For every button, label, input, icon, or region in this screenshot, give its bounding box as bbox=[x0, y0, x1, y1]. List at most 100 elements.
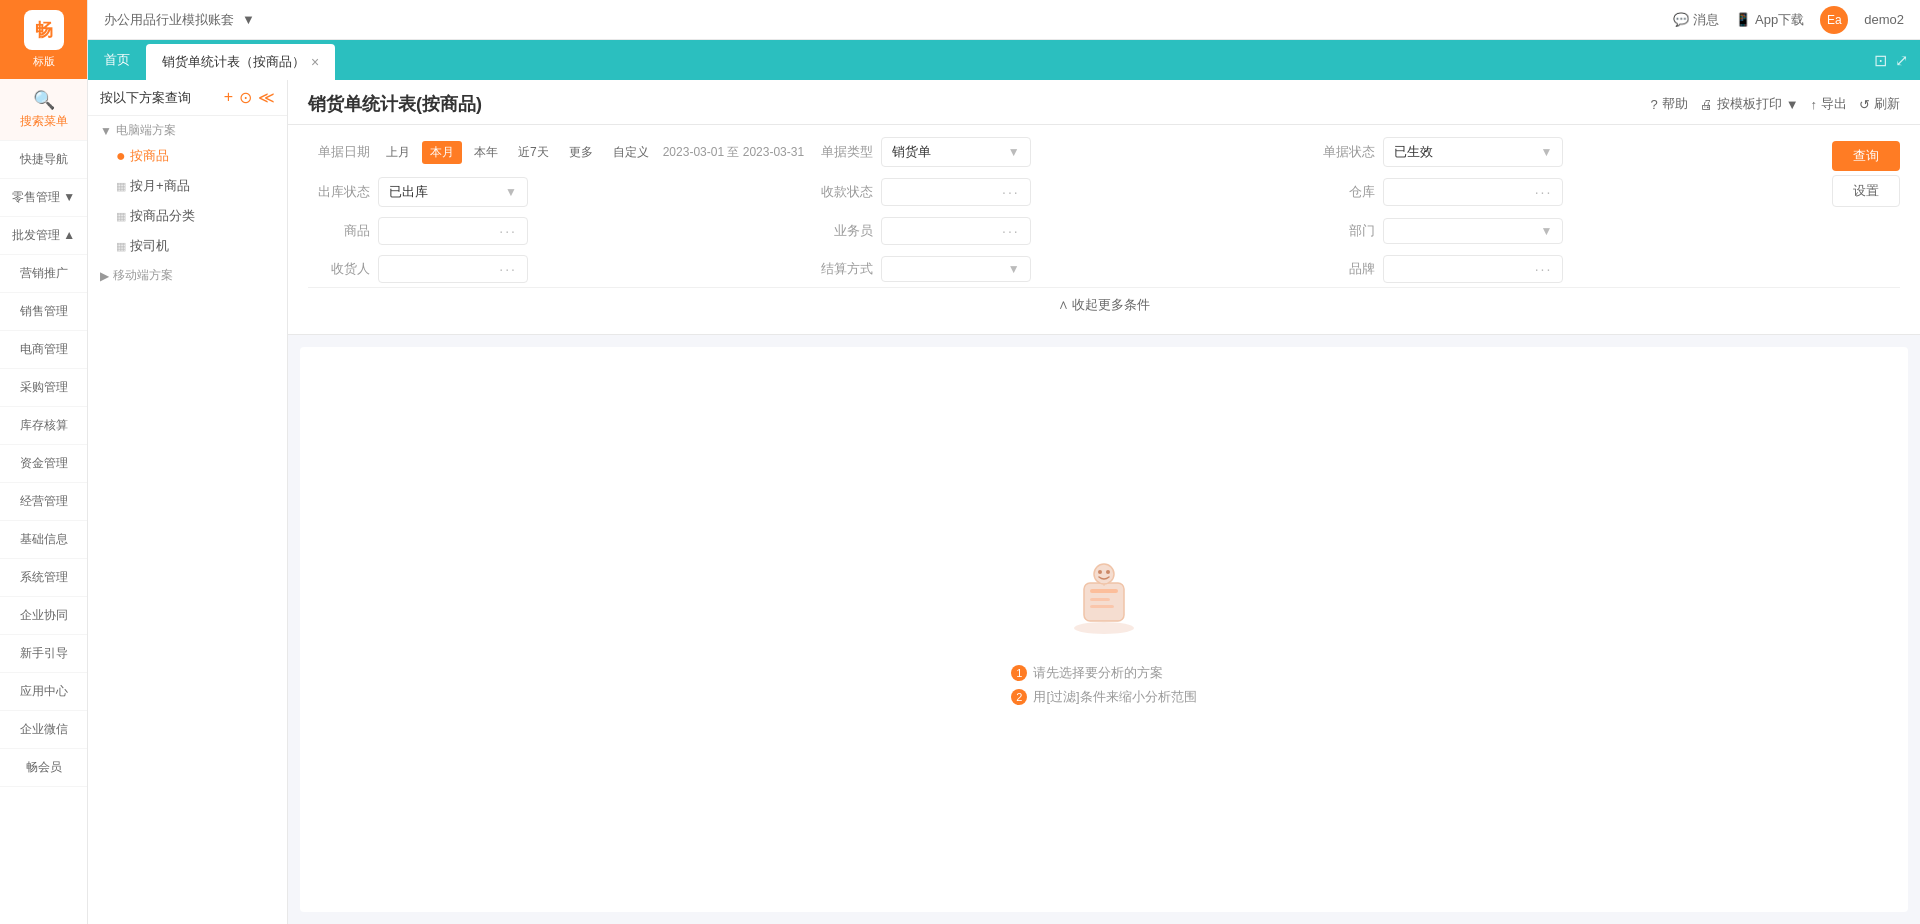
page-title: 销货单统计表(按商品) bbox=[308, 92, 482, 116]
sidebar-item-wechat[interactable]: 企业微信 bbox=[0, 711, 87, 749]
product-more-btn[interactable]: ··· bbox=[499, 223, 517, 239]
header-right: 💬 消息 📱 App下载 Ea demo2 bbox=[1673, 6, 1904, 34]
left-panel-icons: + ⊙ ≪ bbox=[224, 88, 275, 107]
tree-section-mobile-label: 移动端方案 bbox=[113, 267, 173, 284]
settings-button[interactable]: 设置 bbox=[1832, 175, 1900, 207]
expand-arrow[interactable]: ▼ bbox=[100, 124, 112, 138]
stock-status-control: 已出库 ▼ bbox=[378, 177, 811, 207]
date-pill-custom[interactable]: 自定义 bbox=[605, 141, 657, 164]
by-product-label: 按商品 bbox=[130, 147, 169, 165]
sidebar-item-purchase[interactable]: 采购管理 bbox=[0, 369, 87, 407]
export-btn[interactable]: ↑ 导出 bbox=[1811, 95, 1848, 113]
payment-control: ▼ bbox=[881, 256, 1314, 282]
month-icon: ▦ bbox=[116, 180, 126, 193]
system-label: 系统管理 bbox=[4, 569, 83, 586]
staff-control: ··· bbox=[881, 217, 1314, 245]
sidebar-item-search[interactable]: 🔍 搜索菜单 bbox=[0, 79, 87, 141]
tab-sales-report[interactable]: 销货单统计表（按商品） × bbox=[146, 44, 335, 80]
maximize-icon[interactable]: ⤢ bbox=[1895, 51, 1908, 70]
receiver-more-btn[interactable]: ··· bbox=[499, 261, 517, 277]
enterprise-label: 企业协同 bbox=[4, 607, 83, 624]
tree-item-by-month-product[interactable]: ▦ 按月+商品 bbox=[88, 171, 287, 201]
page-actions: ? 帮助 🖨 按模板打印 ▼ ↑ 导出 ↺ 刷新 bbox=[1650, 95, 1900, 113]
doc-type-input[interactable]: 销货单 ▼ bbox=[881, 137, 1031, 167]
brand-input[interactable]: ··· bbox=[1383, 255, 1563, 283]
date-range-label: 2023-03-01 至 2023-03-31 bbox=[663, 144, 804, 161]
tree-item-by-product[interactable]: ● 按商品 bbox=[88, 141, 287, 171]
staff-input[interactable]: ··· bbox=[881, 217, 1031, 245]
sidebar-item-enterprise[interactable]: 企业协同 bbox=[0, 597, 87, 635]
date-pill-lastmonth[interactable]: 上月 bbox=[378, 141, 418, 164]
dept-arrow: ▼ bbox=[1540, 224, 1552, 238]
refresh-btn[interactable]: ↺ 刷新 bbox=[1859, 95, 1900, 113]
app-download-btn[interactable]: 📱 App下载 bbox=[1735, 11, 1804, 29]
date-pill-thismonth[interactable]: 本月 bbox=[422, 141, 462, 164]
expand-mobile-arrow[interactable]: ▶ bbox=[100, 269, 109, 283]
svg-point-6 bbox=[1098, 570, 1102, 574]
payment-arrow: ▼ bbox=[1008, 262, 1020, 276]
user-avatar[interactable]: Ea bbox=[1820, 6, 1848, 34]
warehouse-more-btn[interactable]: ··· bbox=[1535, 184, 1553, 200]
left-panel-header: 按以下方案查询 + ⊙ ≪ bbox=[88, 80, 287, 116]
sidebar-item-basic[interactable]: 基础信息 bbox=[0, 521, 87, 559]
sidebar-item-member[interactable]: 畅会员 bbox=[0, 749, 87, 787]
tree-item-by-driver[interactable]: ▦ 按司机 bbox=[88, 231, 287, 261]
tab-home[interactable]: 首页 bbox=[88, 40, 146, 80]
top-header: 办公用品行业模拟账套 ▼ 💬 消息 📱 App下载 Ea demo2 bbox=[88, 0, 1920, 40]
filter-area: 单据日期 上月 本月 本年 近7天 更多 自定义 20 bbox=[288, 125, 1920, 335]
stock-status-input[interactable]: 已出库 ▼ bbox=[378, 177, 528, 207]
warehouse-input[interactable]: ··· bbox=[1383, 178, 1563, 206]
date-pill-7days[interactable]: 近7天 bbox=[510, 141, 557, 164]
sidebar-item-ops[interactable]: 经营管理 bbox=[0, 483, 87, 521]
receiver-input[interactable]: ··· bbox=[378, 255, 528, 283]
sidebar-item-quicknav[interactable]: 快捷导航 bbox=[0, 141, 87, 179]
receipt-status-input[interactable]: ··· bbox=[881, 178, 1031, 206]
help-btn[interactable]: ? 帮助 bbox=[1650, 95, 1687, 113]
svg-point-0 bbox=[1074, 622, 1134, 634]
product-input[interactable]: ··· bbox=[378, 217, 528, 245]
dept-input[interactable]: ▼ bbox=[1383, 218, 1563, 244]
product-label: 商品 bbox=[308, 222, 378, 240]
hint-1-label: 请先选择要分析的方案 bbox=[1033, 664, 1163, 682]
tab-close-btn[interactable]: × bbox=[311, 54, 319, 70]
industry-label: 办公用品行业模拟账套 bbox=[104, 11, 234, 29]
minimize-icon[interactable]: ⊡ bbox=[1874, 51, 1887, 70]
sidebar-item-marketing[interactable]: 营销推广 bbox=[0, 255, 87, 293]
doc-status-label: 单据状态 bbox=[1313, 143, 1383, 161]
doc-type-control: 销货单 ▼ bbox=[881, 137, 1314, 167]
svg-rect-2 bbox=[1090, 589, 1118, 593]
doc-status-input[interactable]: 已生效 ▼ bbox=[1383, 137, 1563, 167]
sidebar-item-retail[interactable]: 零售管理 ▼ bbox=[0, 179, 87, 217]
empty-illustration bbox=[1054, 548, 1154, 648]
collapse-more-btn[interactable]: ∧ 收起更多条件 bbox=[308, 287, 1900, 322]
hint-line-1: 1 请先选择要分析的方案 bbox=[1011, 664, 1196, 682]
sidebar-item-sales[interactable]: 销售管理 bbox=[0, 293, 87, 331]
staff-more-btn[interactable]: ··· bbox=[1002, 223, 1020, 239]
date-pill-thisyear[interactable]: 本年 bbox=[466, 141, 506, 164]
settings-scheme-btn[interactable]: ⊙ bbox=[239, 88, 252, 107]
dropdown-arrow[interactable]: ▼ bbox=[242, 12, 255, 27]
right-panel: 销货单统计表(按商品) ? 帮助 🖨 按模板打印 ▼ ↑ 导出 bbox=[288, 80, 1920, 924]
category-icon: ▦ bbox=[116, 210, 126, 223]
receipt-status-control: ··· bbox=[881, 178, 1314, 206]
receipt-more-btn[interactable]: ··· bbox=[1002, 184, 1020, 200]
by-driver-label: 按司机 bbox=[130, 237, 169, 255]
payment-input[interactable]: ▼ bbox=[881, 256, 1031, 282]
print-label: 按模板打印 bbox=[1717, 95, 1782, 113]
date-pill-more[interactable]: 更多 bbox=[561, 141, 601, 164]
sidebar-item-newguide[interactable]: 新手引导 bbox=[0, 635, 87, 673]
sidebar-item-wholesale[interactable]: 批发管理 ▲ bbox=[0, 217, 87, 255]
tree-item-by-category[interactable]: ▦ 按商品分类 bbox=[88, 201, 287, 231]
query-button[interactable]: 查询 bbox=[1832, 141, 1900, 171]
add-scheme-btn[interactable]: + bbox=[224, 88, 233, 107]
brand-more-btn[interactable]: ··· bbox=[1535, 261, 1553, 277]
collapse-panel-btn[interactable]: ≪ bbox=[258, 88, 275, 107]
sidebar-item-inventory[interactable]: 库存核算 bbox=[0, 407, 87, 445]
sidebar-item-appcenter[interactable]: 应用中心 bbox=[0, 673, 87, 711]
member-label: 畅会员 bbox=[4, 759, 83, 776]
sidebar-item-system[interactable]: 系统管理 bbox=[0, 559, 87, 597]
print-btn[interactable]: 🖨 按模板打印 ▼ bbox=[1700, 95, 1799, 113]
message-icon-btn[interactable]: 💬 消息 bbox=[1673, 11, 1719, 29]
sidebar-item-finance[interactable]: 资金管理 bbox=[0, 445, 87, 483]
sidebar-item-ecommerce[interactable]: 电商管理 bbox=[0, 331, 87, 369]
